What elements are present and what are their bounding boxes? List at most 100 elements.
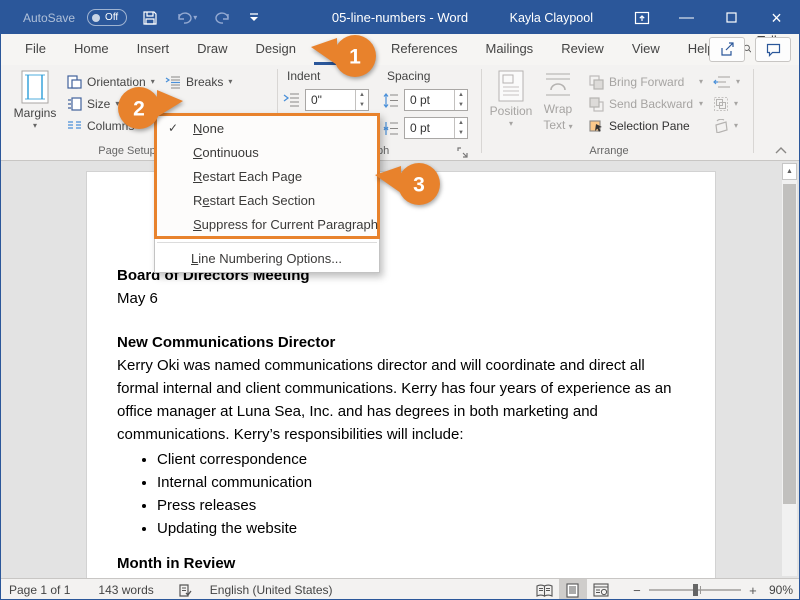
save-button[interactable] [139, 5, 161, 31]
zoom-in-button[interactable] [745, 583, 761, 598]
menu-item-line-numbering-options[interactable]: Line Numbering Options... [155, 246, 379, 270]
spin-up-icon[interactable] [356, 90, 368, 100]
spin-down-icon[interactable] [455, 100, 467, 110]
print-layout-button[interactable] [558, 579, 587, 599]
autosave-toggle[interactable]: Off [87, 9, 128, 26]
spacing-after-field[interactable]: 0 pt [404, 117, 468, 139]
group-button[interactable] [709, 93, 742, 115]
margins-button[interactable]: Margins [11, 70, 59, 130]
save-icon [143, 10, 157, 25]
spacing-label: Spacing [387, 69, 431, 83]
tab-references[interactable]: References [381, 34, 467, 65]
tab-review[interactable]: Review [551, 34, 614, 65]
dialog-launcher-icon [457, 147, 468, 158]
zoom-percentage[interactable]: 90% [769, 583, 793, 597]
toggle-knob-icon [92, 13, 101, 22]
collapse-ribbon-button[interactable] [775, 141, 787, 159]
wrap-text-caret-icon [569, 122, 573, 131]
menu-item-none[interactable]: None [157, 116, 377, 140]
read-mode-button[interactable] [531, 579, 559, 599]
tab-draw[interactable]: Draw [187, 34, 237, 65]
spacing-after-icon [383, 121, 398, 135]
indent-left-spinner[interactable] [355, 90, 368, 110]
share-icon [720, 42, 734, 56]
spin-up-icon[interactable] [455, 90, 467, 100]
paragraph-dialog-launcher[interactable] [457, 146, 471, 160]
arrange-group-label: Arrange [589, 145, 629, 157]
zoom-out-button[interactable] [629, 583, 645, 598]
size-icon [68, 97, 82, 111]
share-button[interactable] [709, 37, 745, 62]
line-numbers-menu-highlight: None Continuous Restart Each Page Restar… [154, 113, 380, 239]
zoom-slider-thumb[interactable] [693, 584, 699, 596]
tab-mailings[interactable]: Mailings [476, 34, 544, 65]
position-label: Position [489, 104, 533, 118]
menu-item-restart-each-section[interactable]: Restart Each Section [157, 188, 377, 212]
doc-paragraph: Kerry Oki was named communications direc… [117, 357, 672, 443]
menu-item-restart-each-page[interactable]: Restart Each Page [157, 164, 377, 188]
menu-item-continuous[interactable]: Continuous [157, 140, 377, 164]
size-button[interactable]: Size [63, 93, 123, 115]
tab-file[interactable]: File [15, 34, 56, 65]
spin-down-icon[interactable] [356, 100, 368, 110]
spacing-before-row: 0 pt [383, 89, 468, 111]
bring-forward-button[interactable]: Bring Forward [585, 71, 707, 93]
doc-bullet: Updating the website [157, 517, 687, 540]
menu-item-suppress-current-paragraph[interactable]: Suppress for Current Paragraph [157, 212, 378, 236]
proofing-icon [179, 583, 192, 597]
callout-badge-2: 2 [118, 87, 183, 129]
wrap-text-button[interactable]: Wrap Text [536, 70, 580, 132]
status-bar: Page 1 of 1 143 words English (United St… [1, 578, 799, 599]
zoom-slider[interactable] [648, 584, 741, 596]
tab-home[interactable]: Home [64, 34, 119, 65]
word-window: AutoSave Off 05-line-numbers - Word Kayl… [0, 0, 800, 600]
comments-button[interactable] [755, 37, 791, 62]
spin-down-icon[interactable] [455, 128, 467, 138]
user-name[interactable]: Kayla Claypool [510, 11, 593, 25]
scrollbar-thumb[interactable] [783, 184, 796, 504]
undo-button[interactable] [173, 5, 200, 31]
minimize-button[interactable]: — [664, 1, 709, 34]
tab-view[interactable]: View [622, 34, 670, 65]
doc-date: May 6 [117, 290, 158, 307]
web-layout-button[interactable] [587, 579, 615, 599]
language-indicator[interactable]: English (United States) [210, 583, 333, 597]
word-count[interactable]: 143 words [98, 583, 153, 597]
orientation-icon [67, 75, 82, 89]
tab-design[interactable]: Design [246, 34, 306, 65]
vertical-scrollbar[interactable] [782, 163, 797, 576]
spacing-before-field[interactable]: 0 pt [404, 89, 468, 111]
doc-bullet: Client correspondence [157, 448, 687, 471]
minimize-icon: — [679, 9, 694, 26]
maximize-button[interactable] [709, 1, 754, 34]
bring-forward-caret-icon [699, 78, 703, 86]
proofing-status-button[interactable] [178, 583, 192, 598]
rotate-button[interactable] [709, 115, 742, 137]
svg-text:1: 1 [349, 46, 361, 69]
align-button[interactable] [709, 71, 744, 93]
spacing-before-value: 0 pt [410, 93, 431, 107]
indent-left-field[interactable]: 0" [305, 89, 369, 111]
spacing-before-spinner[interactable] [454, 90, 467, 110]
send-backward-button[interactable]: Send Backward [585, 93, 707, 115]
group-objects-icon [714, 97, 728, 111]
wrap-text-label-1: Wrap [543, 102, 573, 116]
spin-up-icon[interactable] [455, 118, 467, 128]
tab-insert[interactable]: Insert [127, 34, 180, 65]
rotate-caret-icon [734, 122, 738, 130]
page-indicator[interactable]: Page 1 of 1 [9, 583, 70, 597]
selection-pane-button[interactable]: Selection Pane [585, 115, 707, 137]
position-icon [498, 70, 524, 102]
spacing-after-spinner[interactable] [454, 118, 467, 138]
margins-label: Margins [13, 106, 57, 120]
autosave-label: AutoSave [23, 10, 76, 25]
ribbon-display-options-icon [634, 11, 649, 24]
position-button[interactable]: Position [488, 70, 534, 128]
group-separator [753, 69, 754, 153]
scroll-up-button[interactable] [782, 163, 797, 180]
close-button[interactable]: × [754, 1, 799, 34]
svg-text:2: 2 [133, 98, 145, 121]
margins-caret-icon [33, 122, 37, 130]
ribbon-display-options-button[interactable] [619, 1, 664, 34]
close-icon: × [771, 7, 782, 28]
